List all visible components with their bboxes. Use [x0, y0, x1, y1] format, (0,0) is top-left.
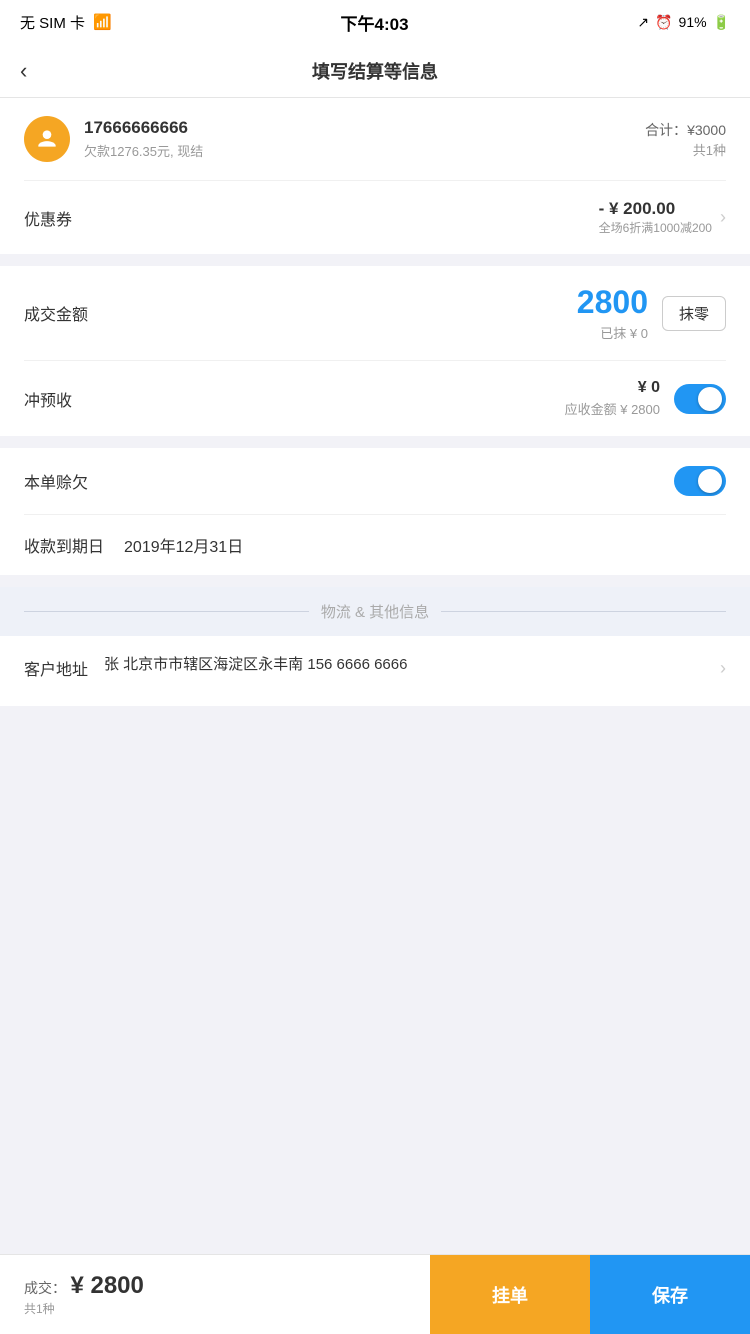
customer-card: 17666666666 欠款1276.35元, 现结 合计：¥3000 共1种 … — [0, 98, 750, 254]
coupon-desc: 全场6折满1000减200 — [599, 219, 712, 236]
nav-bar: ‹ 填写结算等信息 — [0, 44, 750, 98]
bottom-info: 成交： ¥ 2800 共1种 — [0, 1255, 430, 1334]
due-date-label: 收款到期日 — [24, 533, 104, 557]
address-label: 客户地址 — [24, 656, 88, 680]
total-label: 合计：¥3000 — [645, 120, 726, 140]
debt-label: 本单赊欠 — [24, 469, 88, 493]
debt-row: 本单赊欠 — [0, 448, 750, 514]
hang-order-button[interactable]: 挂单 — [430, 1255, 590, 1334]
customer-phone: 17666666666 — [84, 118, 203, 138]
back-button[interactable]: ‹ — [20, 58, 27, 84]
status-right: ↗ ⏰ 91% 🔋 — [637, 14, 730, 31]
location-icon: ↗ — [637, 14, 649, 31]
coupon-amount: - ¥ 200.00 — [599, 199, 712, 219]
prepaid-row: 冲预收 ¥ 0 应收金额 ¥ 2800 — [0, 361, 750, 436]
transaction-section: 成交金额 2800 已抹 ¥ 0 抹零 冲预收 ¥ 0 应收金额 ¥ 2800 — [0, 266, 750, 436]
prepaid-amounts: ¥ 0 应收金额 ¥ 2800 — [565, 379, 660, 418]
carrier-label: 无 SIM 卡 — [20, 12, 85, 33]
transaction-value-wrap: 2800 已抹 ¥ 0 抹零 — [577, 284, 726, 342]
transaction-row: 成交金额 2800 已抹 ¥ 0 抹零 — [0, 266, 750, 360]
status-bar: 无 SIM 卡 📶 下午4:03 ↗ ⏰ 91% 🔋 — [0, 0, 750, 44]
customer-info: 17666666666 欠款1276.35元, 现结 — [84, 118, 203, 160]
logistics-line-left — [24, 611, 309, 612]
customer-row: 17666666666 欠款1276.35元, 现结 合计：¥3000 共1种 — [0, 98, 750, 180]
logistics-label: 物流 & 其他信息 — [321, 601, 429, 622]
gray-fill — [0, 718, 750, 878]
battery-label: 91% — [679, 14, 707, 30]
prepaid-sub: 应收金额 ¥ 2800 — [565, 399, 660, 418]
transaction-right: 2800 已抹 ¥ 0 — [577, 284, 648, 342]
status-left: 无 SIM 卡 📶 — [20, 12, 112, 33]
toggle-knob — [698, 387, 722, 411]
alarm-icon: ⏰ — [655, 14, 672, 31]
page-title: 填写结算等信息 — [312, 58, 438, 84]
bottom-count: 共1种 — [24, 1300, 406, 1317]
prepaid-right: ¥ 0 应收金额 ¥ 2800 — [565, 379, 726, 418]
address-chevron-icon: › — [720, 658, 726, 679]
coupon-info: - ¥ 200.00 全场6折满1000减200 — [599, 199, 712, 236]
address-row[interactable]: 客户地址 张 北京市市辖区海淀区永丰南 156 6666 6666 › — [0, 636, 750, 706]
prepaid-amount: ¥ 0 — [565, 379, 660, 397]
content: 17666666666 欠款1276.35元, 现结 合计：¥3000 共1种 … — [0, 98, 750, 968]
bottom-deal-line: 成交： ¥ 2800 — [24, 1272, 406, 1300]
logistics-divider: 物流 & 其他信息 — [0, 587, 750, 636]
coupon-row[interactable]: 优惠券 - ¥ 200.00 全场6折满1000减200 › — [0, 181, 750, 254]
bottom-deal-amount: ¥ 2800 — [70, 1272, 143, 1299]
customer-left: 17666666666 欠款1276.35元, 现结 — [24, 116, 203, 162]
total-amount: ¥3000 — [687, 122, 726, 138]
prepaid-toggle[interactable] — [674, 384, 726, 414]
transaction-label: 成交金额 — [24, 301, 88, 325]
wifi-icon: 📶 — [93, 13, 112, 31]
bottom-deal-label: 成交： — [24, 1280, 66, 1296]
debt-toggle-knob — [698, 469, 722, 493]
coupon-right: - ¥ 200.00 全场6折满1000减200 › — [599, 199, 726, 236]
avatar — [24, 116, 70, 162]
battery-icon: 🔋 — [713, 14, 730, 31]
chevron-icon: › — [720, 207, 726, 228]
due-date-row: 收款到期日 2019年12月31日 — [0, 515, 750, 575]
coupon-label: 优惠券 — [24, 206, 72, 230]
address-value: 张 北京市市辖区海淀区永丰南 156 6666 6666 — [104, 654, 712, 677]
transaction-sub: 已抹 ¥ 0 — [577, 323, 648, 342]
total-count: 共1种 — [645, 140, 726, 159]
prepaid-label: 冲预收 — [24, 387, 72, 411]
debt-toggle[interactable] — [674, 466, 726, 496]
save-button[interactable]: 保存 — [590, 1255, 750, 1334]
address-section: 客户地址 张 北京市市辖区海淀区永丰南 156 6666 6666 › — [0, 636, 750, 706]
debt-section: 本单赊欠 收款到期日 2019年12月31日 — [0, 448, 750, 575]
transaction-amount: 2800 — [577, 284, 648, 321]
logistics-line-right — [441, 611, 726, 612]
status-time: 下午4:03 — [341, 10, 409, 35]
round-button[interactable]: 抹零 — [662, 296, 726, 331]
customer-right: 合计：¥3000 共1种 — [645, 120, 726, 159]
customer-debt: 欠款1276.35元, 现结 — [84, 141, 203, 160]
due-date-value: 2019年12月31日 — [124, 533, 243, 557]
bottom-bar: 成交： ¥ 2800 共1种 挂单 保存 — [0, 1254, 750, 1334]
